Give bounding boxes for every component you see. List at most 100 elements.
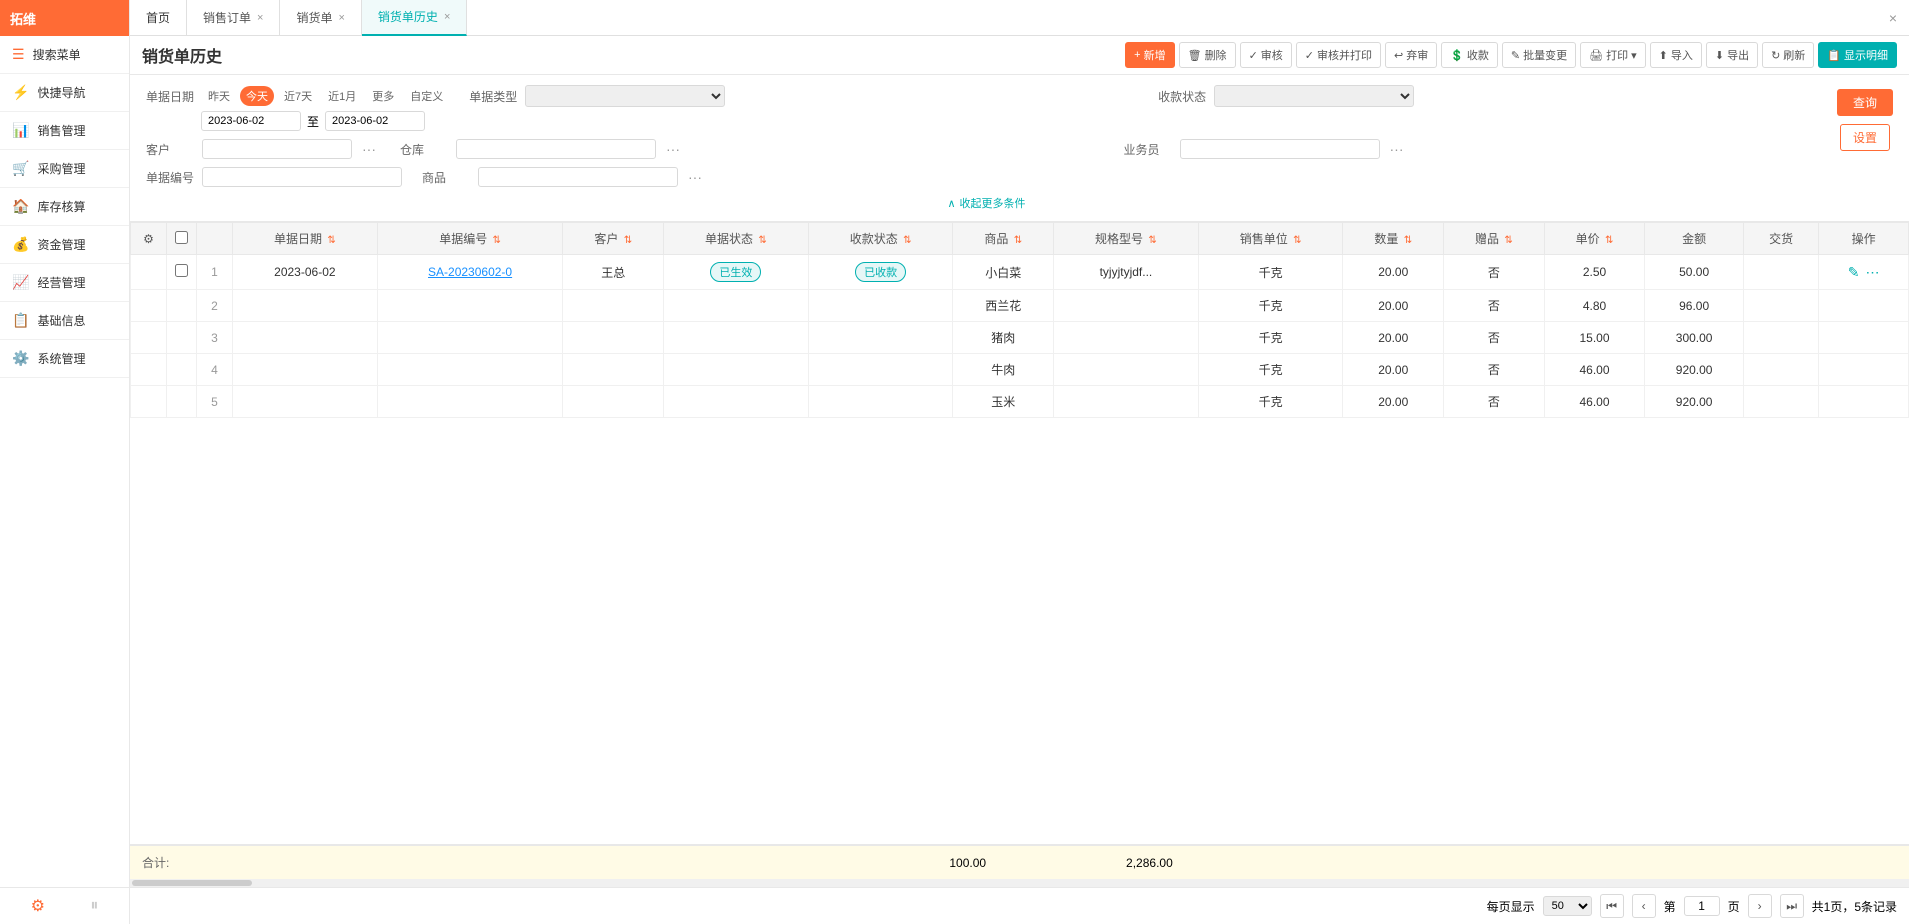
col-doc-date[interactable]: 单据日期 ⇅ xyxy=(233,223,378,255)
doc-type-select[interactable] xyxy=(525,85,725,107)
window-close-btn[interactable]: × xyxy=(1877,10,1909,26)
row-doc-status xyxy=(664,354,809,386)
tab-sales-delivery-close[interactable]: × xyxy=(338,12,344,24)
payment-status-select[interactable] xyxy=(1214,85,1414,107)
col-payment-status[interactable]: 收款状态 ⇅ xyxy=(808,223,953,255)
col-goods[interactable]: 商品 ⇅ xyxy=(953,223,1054,255)
row-doc-no[interactable]: SA-20230602-0 xyxy=(377,255,563,290)
sidebar-item-finance-mgmt[interactable]: 💰 资金管理 xyxy=(0,226,129,264)
date-tag-more[interactable]: 更多 xyxy=(366,86,400,106)
date-tag-custom[interactable]: 自定义 xyxy=(404,86,449,106)
prev-page-btn[interactable]: ‹ xyxy=(1632,894,1656,918)
next-page-btn[interactable]: › xyxy=(1748,894,1772,918)
page-size-select[interactable]: 50 100 xyxy=(1543,896,1592,916)
table-row: 12023-06-02SA-20230602-0王总已生效已收款小白菜tyjyj… xyxy=(131,255,1909,290)
query-button[interactable]: 查询 xyxy=(1837,89,1893,116)
last-page-btn[interactable]: ⏭ xyxy=(1780,894,1804,918)
row-settings xyxy=(131,354,167,386)
sidebar-item-inventory[interactable]: 🏠 库存核算 xyxy=(0,188,129,226)
col-sales-unit[interactable]: 销售单位 ⇅ xyxy=(1198,223,1343,255)
refresh-button[interactable]: ↻ 刷新 xyxy=(1762,42,1814,68)
show-detail-button[interactable]: 📋 显示明细 xyxy=(1818,42,1897,68)
sidebar-item-sales-mgmt[interactable]: 📊 销售管理 xyxy=(0,112,129,150)
sidebar-item-label: 资金管理 xyxy=(37,236,85,253)
tab-sales-history-close[interactable]: × xyxy=(444,11,450,23)
salesperson-input[interactable] xyxy=(1180,139,1380,159)
sidebar-item-search-menu[interactable]: ☰ 搜索菜单 xyxy=(0,36,129,74)
audit-button[interactable]: ✓ 审核 xyxy=(1240,42,1292,68)
row-doc-no[interactable] xyxy=(377,290,563,322)
audit-print-button[interactable]: ✓ 审核并打印 xyxy=(1296,42,1381,68)
scroll-thumb[interactable] xyxy=(132,880,252,886)
sidebar-settings-icon[interactable]: ⚙ xyxy=(31,896,45,916)
tab-sales-order-close[interactable]: × xyxy=(257,12,263,24)
col-gift[interactable]: 赠品 ⇅ xyxy=(1444,223,1545,255)
quick-nav-icon: ⚡ xyxy=(12,84,29,101)
import-button[interactable]: ⬆ 导入 xyxy=(1650,42,1702,68)
sidebar-item-operations-mgmt[interactable]: 📈 经营管理 xyxy=(0,264,129,302)
sidebar-item-label: 经营管理 xyxy=(37,274,85,291)
row-doc-status xyxy=(664,290,809,322)
batch-change-button[interactable]: ✎ 批量变更 xyxy=(1502,42,1576,68)
date-start-input[interactable] xyxy=(201,111,301,131)
row-checkbox[interactable] xyxy=(175,264,188,277)
doc-no-link[interactable]: SA-20230602-0 xyxy=(428,265,512,279)
delete-button[interactable]: 🗑 删除 xyxy=(1179,42,1236,68)
col-customer[interactable]: 客户 ⇅ xyxy=(563,223,664,255)
goods-dots-btn[interactable]: ··· xyxy=(684,169,706,185)
row-doc-no[interactable] xyxy=(377,354,563,386)
col-settings[interactable]: ⚙ xyxy=(131,223,167,255)
date-end-input[interactable] xyxy=(325,111,425,131)
import-icon: ⬆ xyxy=(1659,49,1668,62)
warehouse-input[interactable] xyxy=(456,139,656,159)
sidebar-item-quick-nav[interactable]: ⚡ 快捷导航 xyxy=(0,74,129,112)
more-action-icon[interactable]: ⋯ xyxy=(1866,264,1880,281)
col-doc-status[interactable]: 单据状态 ⇅ xyxy=(664,223,809,255)
table-row: 4牛肉千克20.00否46.00920.00 xyxy=(131,354,1909,386)
date-tag-today[interactable]: 今天 xyxy=(240,86,274,106)
setting-button[interactable]: 设置 xyxy=(1840,124,1890,151)
new-button[interactable]: + 新增 xyxy=(1125,42,1174,68)
row-customer xyxy=(563,386,664,418)
sidebar-collapse-icon[interactable]: ⏸ xyxy=(90,897,98,915)
footer-label: 合计: xyxy=(142,854,169,871)
print-button[interactable]: 🖨 打印 ▾ xyxy=(1580,42,1646,68)
row-doc-no[interactable] xyxy=(377,322,563,354)
tab-sales-order[interactable]: 销售订单 × xyxy=(187,0,280,36)
col-doc-no[interactable]: 单据编号 ⇅ xyxy=(377,223,563,255)
row-unit-price: 46.00 xyxy=(1544,386,1645,418)
col-quantity[interactable]: 数量 ⇅ xyxy=(1343,223,1444,255)
sidebar-item-sys-mgmt[interactable]: ⚙️ 系统管理 xyxy=(0,340,129,378)
export-button[interactable]: ⬇ 导出 xyxy=(1706,42,1758,68)
date-tag-yesterday[interactable]: 昨天 xyxy=(202,86,236,106)
salesperson-dots-btn[interactable]: ··· xyxy=(1386,141,1408,157)
date-tag-7days[interactable]: 近7天 xyxy=(278,86,318,106)
goods-input[interactable] xyxy=(478,167,678,187)
first-page-btn[interactable]: ⏮ xyxy=(1600,894,1624,918)
edit-action-icon[interactable]: ✎ xyxy=(1848,264,1860,281)
tab-sales-delivery[interactable]: 销货单 × xyxy=(280,0,361,36)
customer-dots-btn[interactable]: ··· xyxy=(358,141,380,157)
tab-home[interactable]: 首页 xyxy=(130,0,187,36)
date-tag-1month[interactable]: 近1月 xyxy=(322,86,362,106)
row-checkbox-cell xyxy=(167,322,197,354)
audit-print-icon: ✓ xyxy=(1305,49,1314,62)
col-amount: 金额 xyxy=(1645,223,1744,255)
collect-button[interactable]: 💲 收款 xyxy=(1441,42,1498,68)
row-doc-no[interactable] xyxy=(377,386,563,418)
collapse-btn[interactable]: ∧ 收起更多条件 xyxy=(146,195,1827,211)
tabs-bar: 首页 销售订单 × 销货单 × 销货单历史 × × xyxy=(130,0,1909,36)
sidebar-item-purchase-mgmt[interactable]: 🛒 采购管理 xyxy=(0,150,129,188)
scroll-bar[interactable] xyxy=(130,879,1909,887)
col-unit-price[interactable]: 单价 ⇅ xyxy=(1544,223,1645,255)
row-payment-status xyxy=(808,322,953,354)
abandon-button[interactable]: ↩ 弃审 xyxy=(1385,42,1437,68)
page-input[interactable] xyxy=(1684,896,1720,916)
customer-input[interactable] xyxy=(202,139,352,159)
col-spec[interactable]: 规格型号 ⇅ xyxy=(1054,223,1199,255)
doc-no-input[interactable] xyxy=(202,167,402,187)
tab-sales-history[interactable]: 销货单历史 × xyxy=(362,0,467,36)
sidebar-item-basic-info[interactable]: 📋 基础信息 xyxy=(0,302,129,340)
warehouse-dots-btn[interactable]: ··· xyxy=(662,141,684,157)
select-all-checkbox[interactable] xyxy=(175,231,188,244)
